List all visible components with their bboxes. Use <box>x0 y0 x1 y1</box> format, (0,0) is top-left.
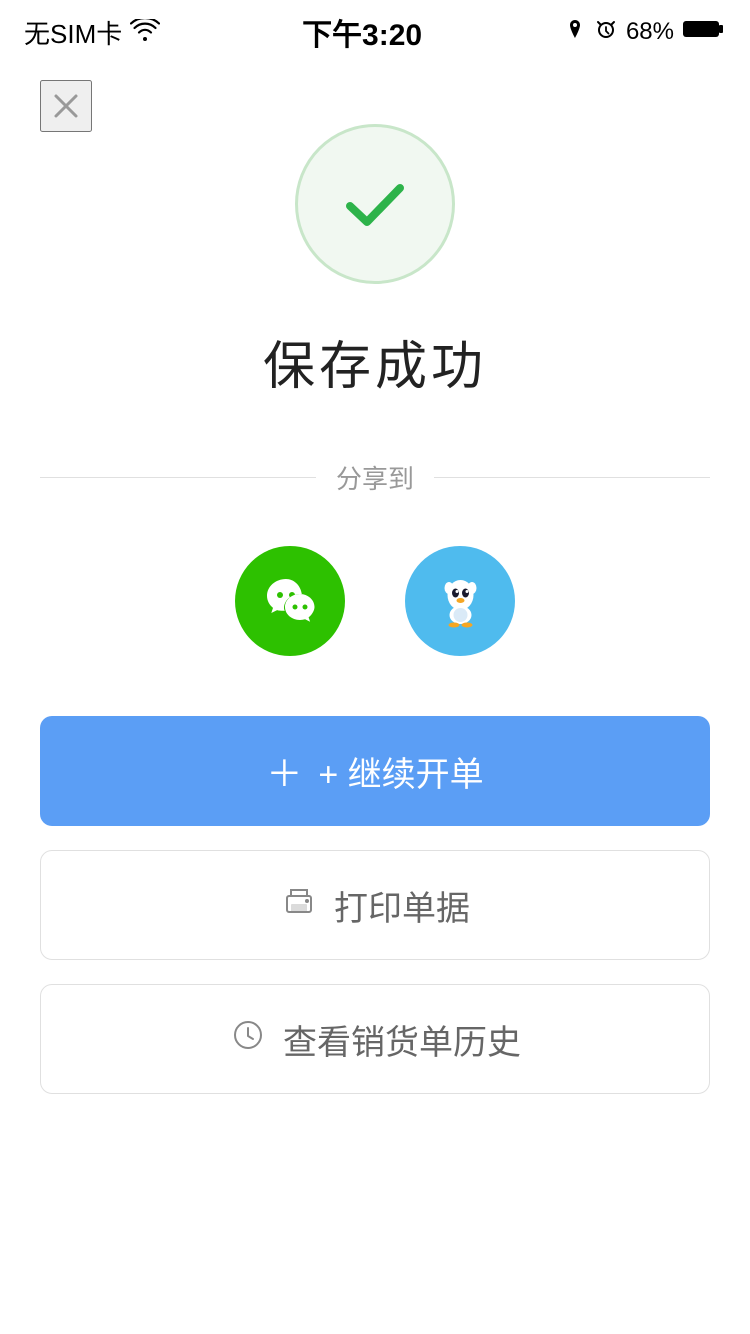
status-time: 下午3:20 <box>302 10 422 54</box>
history-label: 查看销货单历史 <box>283 1015 521 1064</box>
wifi-icon <box>130 17 160 48</box>
status-left: 无SIM卡 <box>24 14 160 51</box>
close-button[interactable] <box>40 80 92 132</box>
status-bar: 无SIM卡 下午3:20 68% <box>0 0 750 64</box>
battery-icon <box>682 18 726 47</box>
battery-text: 68% <box>626 18 674 46</box>
share-label: 分享到 <box>336 459 414 496</box>
divider-line-right <box>434 477 710 478</box>
alarm-icon <box>594 17 618 48</box>
success-title: 保存成功 <box>263 324 487 399</box>
main-content: 保存成功 分享到 ＋ + <box>0 64 750 1094</box>
history-icon <box>229 1016 267 1063</box>
actions-section: ＋ + 继续开单 打印单据 查看销货单历 <box>0 716 750 1094</box>
location-icon <box>564 18 586 47</box>
history-button[interactable]: 查看销货单历史 <box>40 984 710 1094</box>
share-divider: 分享到 <box>40 459 710 496</box>
continue-button[interactable]: ＋ + 继续开单 <box>40 716 710 826</box>
divider-line-left <box>40 477 316 478</box>
print-button[interactable]: 打印单据 <box>40 850 710 960</box>
qq-share-button[interactable] <box>405 546 515 656</box>
continue-plus-icon: ＋ <box>266 745 302 797</box>
continue-label: + 继续开单 <box>318 747 483 796</box>
print-icon <box>280 882 318 929</box>
status-right: 68% <box>564 17 726 48</box>
carrier-text: 无SIM卡 <box>24 14 122 51</box>
print-label: 打印单据 <box>334 881 470 930</box>
share-section: 分享到 <box>0 459 750 656</box>
success-icon-circle <box>295 124 455 284</box>
share-icons <box>40 546 710 656</box>
wechat-share-button[interactable] <box>235 546 345 656</box>
